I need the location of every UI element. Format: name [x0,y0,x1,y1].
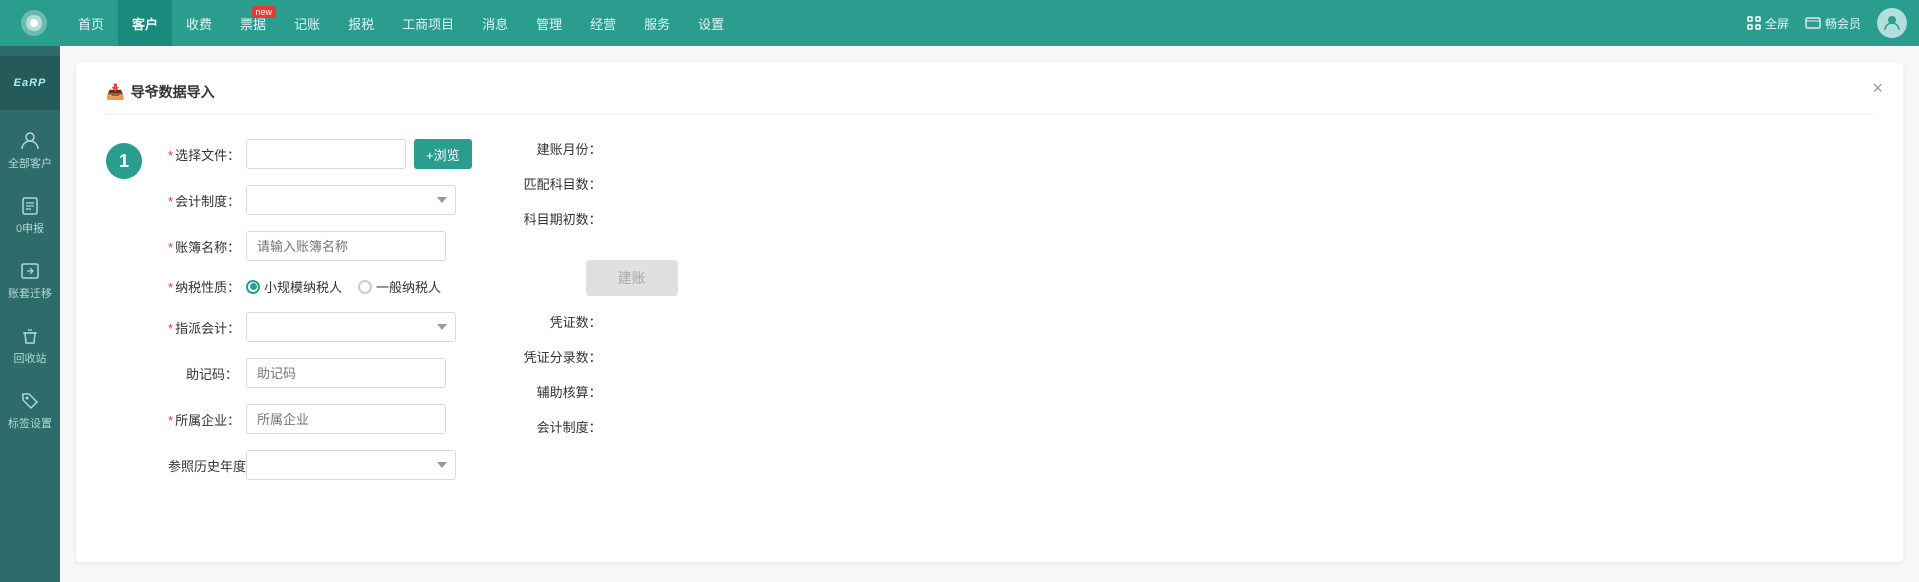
nav-messages[interactable]: 消息 [468,0,522,46]
nav-tax[interactable]: 报税 [334,0,388,46]
create-btn-row: 建账 [512,252,752,296]
accounting-system-label: *会计制度： [168,191,238,210]
vouchers-label: 凭证数： [512,312,602,331]
logo [12,1,56,45]
voucher-entries-row: 凭证分录数： [512,347,752,366]
panel-header-icon: 📥 [106,83,125,101]
fullscreen-label: 全屏 [1765,15,1789,32]
file-input[interactable] [246,139,406,169]
sidebar-item-account-migrate[interactable]: 账套迁移 [0,250,60,311]
assign-accountant-select[interactable] [246,312,456,342]
match-subjects-label: 匹配科目数： [512,174,602,193]
company-row: *所属企业： [168,404,472,434]
tax-type-small[interactable]: 小规模纳税人 [246,277,342,296]
vouchers-row: 凭证数： [512,312,752,331]
radio-small-dot [246,280,260,294]
file-label: *选择文件： [168,145,238,164]
sidebar-label-declaration: 0申报 [16,220,44,236]
nav-operations[interactable]: 经营 [576,0,630,46]
memo-label: 助记码： [168,364,238,383]
right-accounting-system-row: 会计制度： [512,417,752,436]
topbar: 首页 客户 收费 票据 new 记账 报税 工商项目 消息 管理 经营 服务 设… [0,0,1919,46]
form-layout: 1 *选择文件： +浏览 [106,139,1873,480]
tax-type-radio-group: 小规模纳税人 一般纳税人 [246,277,441,296]
assign-accountant-row: *指派会计： [168,312,472,342]
sidebar-label-tag-settings: 标签设置 [8,415,52,431]
nav-management[interactable]: 管理 [522,0,576,46]
sidebar-item-declaration[interactable]: 0申报 [0,185,60,246]
initial-subjects-row: 科目期初数： [512,209,752,228]
assign-accountant-label: *指派会计： [168,318,238,337]
browse-button[interactable]: +浏览 [414,139,472,169]
memo-row: 助记码： [168,358,472,388]
company-input[interactable] [246,404,446,434]
nav-home[interactable]: 首页 [64,0,118,46]
ref-history-row: 参照历史年度： [168,450,472,480]
user-avatar[interactable] [1877,8,1907,38]
voucher-entries-label: 凭证分录数： [512,347,602,366]
nav-items: 首页 客户 收费 票据 new 记账 报税 工商项目 消息 管理 经营 服务 设… [64,0,1747,46]
tax-type-general[interactable]: 一般纳税人 [358,277,441,296]
build-month-label: 建账月份： [512,139,602,158]
sidebar-item-all-customers[interactable]: 全部客户 [0,120,60,181]
ref-history-label: 参照历史年度： [168,456,238,475]
right-section: 建账月份： 匹配科目数： 科目期初数： 建账 [512,139,752,480]
panel-header: 📥 导爷数据导入 [106,82,1873,115]
match-subjects-row: 匹配科目数： [512,174,752,193]
vip-label: 畅会员 [1825,15,1861,32]
radio-general-dot [358,280,372,294]
ledger-name-label: *账簿名称： [168,237,238,256]
step-indicator: 1 [106,143,142,179]
initial-subjects-label: 科目期初数： [512,209,602,228]
tax-type-label: *纳税性质： [168,277,238,296]
ref-history-select[interactable] [246,450,456,480]
file-row: *选择文件： +浏览 [168,139,472,169]
fullscreen-btn[interactable]: 全屏 [1747,15,1789,32]
nav-invoice[interactable]: 票据 new [226,0,280,46]
tax-type-row: *纳税性质： 小规模纳税人 一般纳税人 [168,277,472,296]
auxiliary-row: 辅助核算： [512,382,752,401]
accounting-system-select[interactable] [246,185,456,215]
nav-invoice-badge: new [252,6,277,18]
import-panel: 📥 导爷数据导入 × 1 *选择文件： [76,62,1903,562]
form-fields: *选择文件： +浏览 *会计制度： [168,139,472,480]
sidebar-item-recycle[interactable]: 回收站 [0,315,60,376]
topbar-right: 全屏 畅会员 [1747,8,1907,38]
nav-bizproject[interactable]: 工商项目 [388,0,468,46]
nav-accounts[interactable]: 记账 [280,0,334,46]
sidebar: EaRP 全部客户 0申报 账套迁移 [0,46,60,582]
ledger-name-input[interactable] [246,231,446,261]
sidebar-logo: EaRP [0,56,60,110]
close-button[interactable]: × [1872,78,1883,99]
main-layout: EaRP 全部客户 0申报 账套迁移 [0,46,1919,582]
ledger-name-row: *账簿名称： [168,231,472,261]
content: 📥 导爷数据导入 × 1 *选择文件： [60,46,1919,582]
nav-billing[interactable]: 收费 [172,0,226,46]
sidebar-label-all-customers: 全部客户 [8,155,52,171]
memo-input[interactable] [246,358,446,388]
nav-customers[interactable]: 客户 [118,0,172,46]
sidebar-item-tag-settings[interactable]: 标签设置 [0,380,60,441]
nav-settings[interactable]: 设置 [684,0,738,46]
left-section: 1 *选择文件： +浏览 [106,139,472,480]
panel-title: 导爷数据导入 [131,82,215,102]
auxiliary-label: 辅助核算： [512,382,602,401]
vip-btn[interactable]: 畅会员 [1805,15,1861,32]
sidebar-label-recycle: 回收站 [14,350,47,366]
accounting-system-row: *会计制度： [168,185,472,215]
nav-services[interactable]: 服务 [630,0,684,46]
build-month-row: 建账月份： [512,139,752,158]
right-accounting-system-label: 会计制度： [512,417,602,436]
company-label: *所属企业： [168,410,238,429]
sidebar-label-account-migrate: 账套迁移 [8,285,52,301]
create-account-button[interactable]: 建账 [586,260,678,296]
